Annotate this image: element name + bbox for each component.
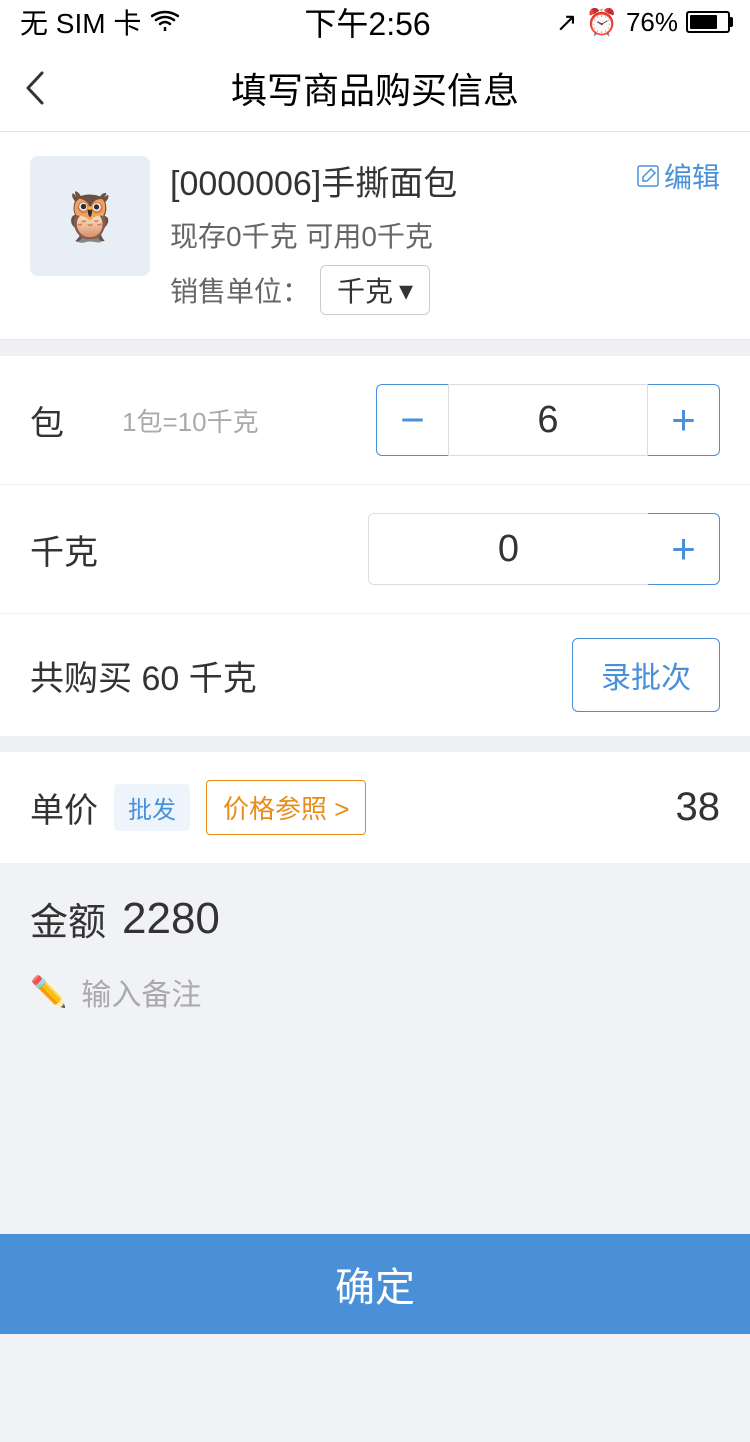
price-badge: 批发 bbox=[114, 784, 190, 831]
unit-label: 销售单位： bbox=[170, 270, 310, 310]
note-row[interactable]: ✏️ 输入备注 bbox=[30, 970, 720, 1014]
product-logo: 🦉 bbox=[60, 188, 120, 245]
product-unit-row: 销售单位： 千克 ▾ bbox=[170, 265, 720, 315]
label-bao: 包 bbox=[30, 396, 110, 445]
amount-section: 金额 2280 ✏️ 输入备注 bbox=[0, 863, 750, 1042]
price-value: 38 bbox=[676, 785, 721, 830]
status-time: 下午2:56 bbox=[304, 0, 430, 45]
summary-row: 共购买 60 千克 录批次 bbox=[0, 614, 750, 736]
edit-label: 编辑 bbox=[664, 156, 720, 196]
price-label: 单价 bbox=[30, 783, 98, 832]
pencil-icon: ✏️ bbox=[30, 975, 67, 1010]
alarm-icon: ⏰ bbox=[586, 7, 618, 38]
status-right: ↗ ⏰ 76% bbox=[556, 7, 730, 38]
summary-text: 共购买 60 千克 bbox=[30, 651, 257, 700]
decrement-bao-button[interactable]: − bbox=[376, 384, 448, 456]
location-icon: ↗ bbox=[556, 7, 578, 38]
record-batch-button[interactable]: 录批次 bbox=[572, 638, 720, 712]
input-bao[interactable] bbox=[448, 384, 648, 456]
product-name: [0000006]手撕面包 bbox=[170, 156, 457, 205]
unit-dropdown-icon: ▾ bbox=[399, 274, 413, 307]
back-button[interactable] bbox=[24, 69, 46, 107]
amount-label: 金额 bbox=[30, 891, 106, 946]
nav-bar: 填写商品购买信息 bbox=[0, 44, 750, 132]
page-title: 填写商品购买信息 bbox=[231, 62, 519, 114]
input-row-kg: 千克 + bbox=[0, 485, 750, 614]
carrier-text: 无 SIM 卡 bbox=[20, 2, 141, 42]
product-image: 🦉 bbox=[30, 156, 150, 276]
price-section: 单价 批发 价格参照 > 38 bbox=[0, 752, 750, 863]
separator-1 bbox=[0, 340, 750, 356]
input-kg[interactable] bbox=[368, 513, 648, 585]
product-stock: 现存0千克 可用0千克 bbox=[170, 215, 720, 255]
increment-kg-button[interactable]: + bbox=[648, 513, 720, 585]
amount-value: 2280 bbox=[122, 894, 220, 944]
amount-row: 金额 2280 bbox=[30, 891, 720, 946]
battery-icon bbox=[686, 11, 730, 33]
controls-bao: − + bbox=[376, 384, 720, 456]
label-kg: 千克 bbox=[30, 525, 110, 574]
unit-value: 千克 bbox=[337, 270, 393, 310]
controls-kg: + bbox=[368, 513, 720, 585]
edit-button[interactable]: 编辑 bbox=[636, 156, 720, 196]
unit-select[interactable]: 千克 ▾ bbox=[320, 265, 430, 315]
product-card: 🦉 [0000006]手撕面包 编辑 现存0千克 可用0千克 销售单位： 千克 bbox=[0, 132, 750, 340]
hint-bao: 1包=10千克 bbox=[122, 402, 376, 439]
wifi-icon bbox=[151, 6, 179, 38]
separator-2 bbox=[0, 736, 750, 752]
status-bar: 无 SIM 卡 下午2:56 ↗ ⏰ 76% bbox=[0, 0, 750, 44]
price-ref-button[interactable]: 价格参照 > bbox=[206, 780, 366, 835]
input-row-bao: 包 1包=10千克 − + bbox=[0, 356, 750, 485]
increment-bao-button[interactable]: + bbox=[648, 384, 720, 456]
status-left: 无 SIM 卡 bbox=[20, 2, 179, 42]
input-section: 包 1包=10千克 − + 千克 + bbox=[0, 356, 750, 614]
product-info: [0000006]手撕面包 编辑 现存0千克 可用0千克 销售单位： 千克 ▾ bbox=[170, 156, 720, 315]
note-label: 输入备注 bbox=[81, 970, 201, 1014]
battery-percent: 76% bbox=[626, 7, 678, 38]
confirm-button[interactable]: 确定 bbox=[0, 1234, 750, 1334]
